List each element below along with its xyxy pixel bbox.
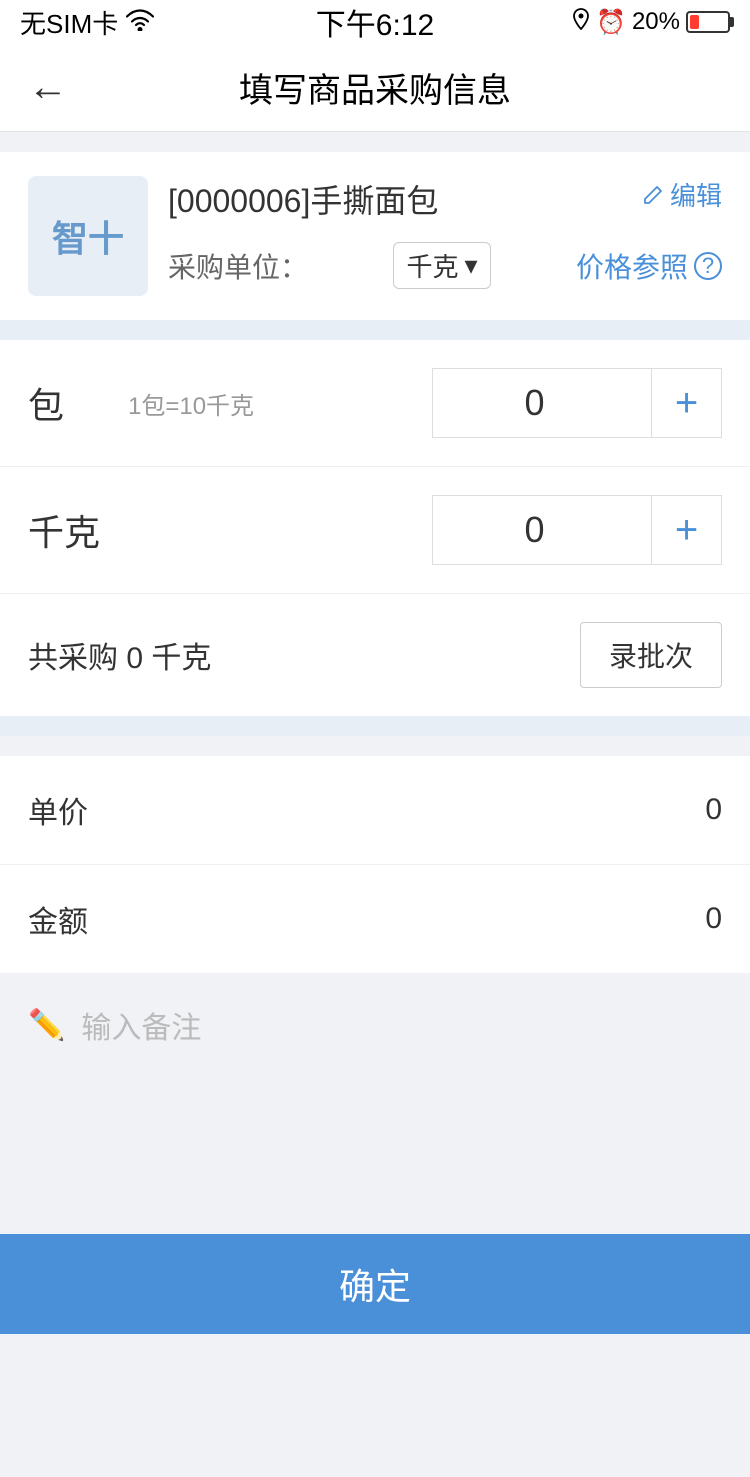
quantity-input-group-kg: +: [432, 495, 722, 565]
alarm-icon: ⏰: [596, 8, 626, 37]
price-row-amount: 金额 0: [0, 865, 750, 973]
product-name: [0000006]手撕面包: [168, 176, 438, 222]
nav-bar: ← 填写商品采购信息: [0, 44, 750, 132]
page-title: 填写商品采购信息: [239, 63, 511, 112]
location-icon: [572, 8, 590, 37]
status-right: ⏰ 20%: [572, 8, 730, 37]
purchase-unit-row: 采购单位： 千克 ▾ 价格参照 ?: [168, 242, 722, 289]
quantity-row-kg: 千克 +: [0, 467, 750, 594]
note-section[interactable]: ✏️ 输入备注: [0, 973, 750, 1077]
product-card: 智十 [0000006]手撕面包 编辑 采购单位： 千克 ▾ 价格参照 ?: [0, 152, 750, 320]
price-ref-button[interactable]: 价格参照 ?: [576, 246, 722, 286]
help-icon: ?: [694, 252, 722, 280]
status-bar: 无SIM卡 下午6:12 ⏰ 20%: [0, 0, 750, 44]
edit-button[interactable]: 编辑: [642, 176, 722, 213]
unit-value: 千克: [406, 247, 458, 284]
back-button[interactable]: ←: [28, 65, 68, 110]
battery-icon: [686, 11, 730, 33]
batch-button[interactable]: 录批次: [580, 622, 722, 688]
unit-select[interactable]: 千克 ▾: [393, 242, 490, 289]
product-image: 智十: [28, 176, 148, 296]
product-header: [0000006]手撕面包 编辑: [168, 176, 722, 222]
quantity-sublabel-bao: 1包=10千克: [128, 386, 412, 421]
quantity-plus-kg[interactable]: +: [652, 495, 722, 565]
section-divider-1: [0, 320, 750, 340]
product-info: [0000006]手撕面包 编辑 采购单位： 千克 ▾ 价格参照 ?: [168, 176, 722, 289]
confirm-button[interactable]: 确定: [0, 1234, 750, 1334]
quantity-section: 包 1包=10千克 + 千克 +: [0, 340, 750, 594]
carrier-text: 无SIM卡: [20, 4, 118, 41]
summary-row: 共采购 0 千克 录批次: [0, 594, 750, 716]
product-logo: 智十: [52, 210, 124, 262]
quantity-input-group-bao: +: [432, 368, 722, 438]
price-label-amount: 金额: [28, 897, 88, 941]
wifi-icon: [126, 7, 154, 38]
dropdown-icon: ▾: [464, 250, 477, 281]
battery-percent: 20%: [632, 8, 680, 36]
quantity-label-kg: 千克: [28, 504, 108, 556]
price-value-amount: 0: [705, 902, 722, 936]
quantity-input-bao[interactable]: [432, 368, 652, 438]
quantity-plus-bao[interactable]: +: [652, 368, 722, 438]
section-divider-2: [0, 716, 750, 736]
note-placeholder: 输入备注: [81, 1003, 201, 1047]
quantity-label-bao: 包: [28, 377, 108, 429]
summary-text: 共采购 0 千克: [28, 633, 211, 677]
status-left: 无SIM卡: [20, 4, 154, 41]
quantity-input-kg[interactable]: [432, 495, 652, 565]
price-value-unit: 0: [705, 793, 722, 827]
quantity-row-bao: 包 1包=10千克 +: [0, 340, 750, 467]
purchase-unit-label: 采购单位：: [168, 246, 308, 286]
price-row-unit: 单价 0: [0, 756, 750, 865]
status-time: 下午6:12: [316, 0, 434, 44]
pencil-icon: ✏️: [28, 1008, 65, 1043]
price-section: 单价 0 金额 0: [0, 756, 750, 973]
price-label-unit: 单价: [28, 788, 88, 832]
